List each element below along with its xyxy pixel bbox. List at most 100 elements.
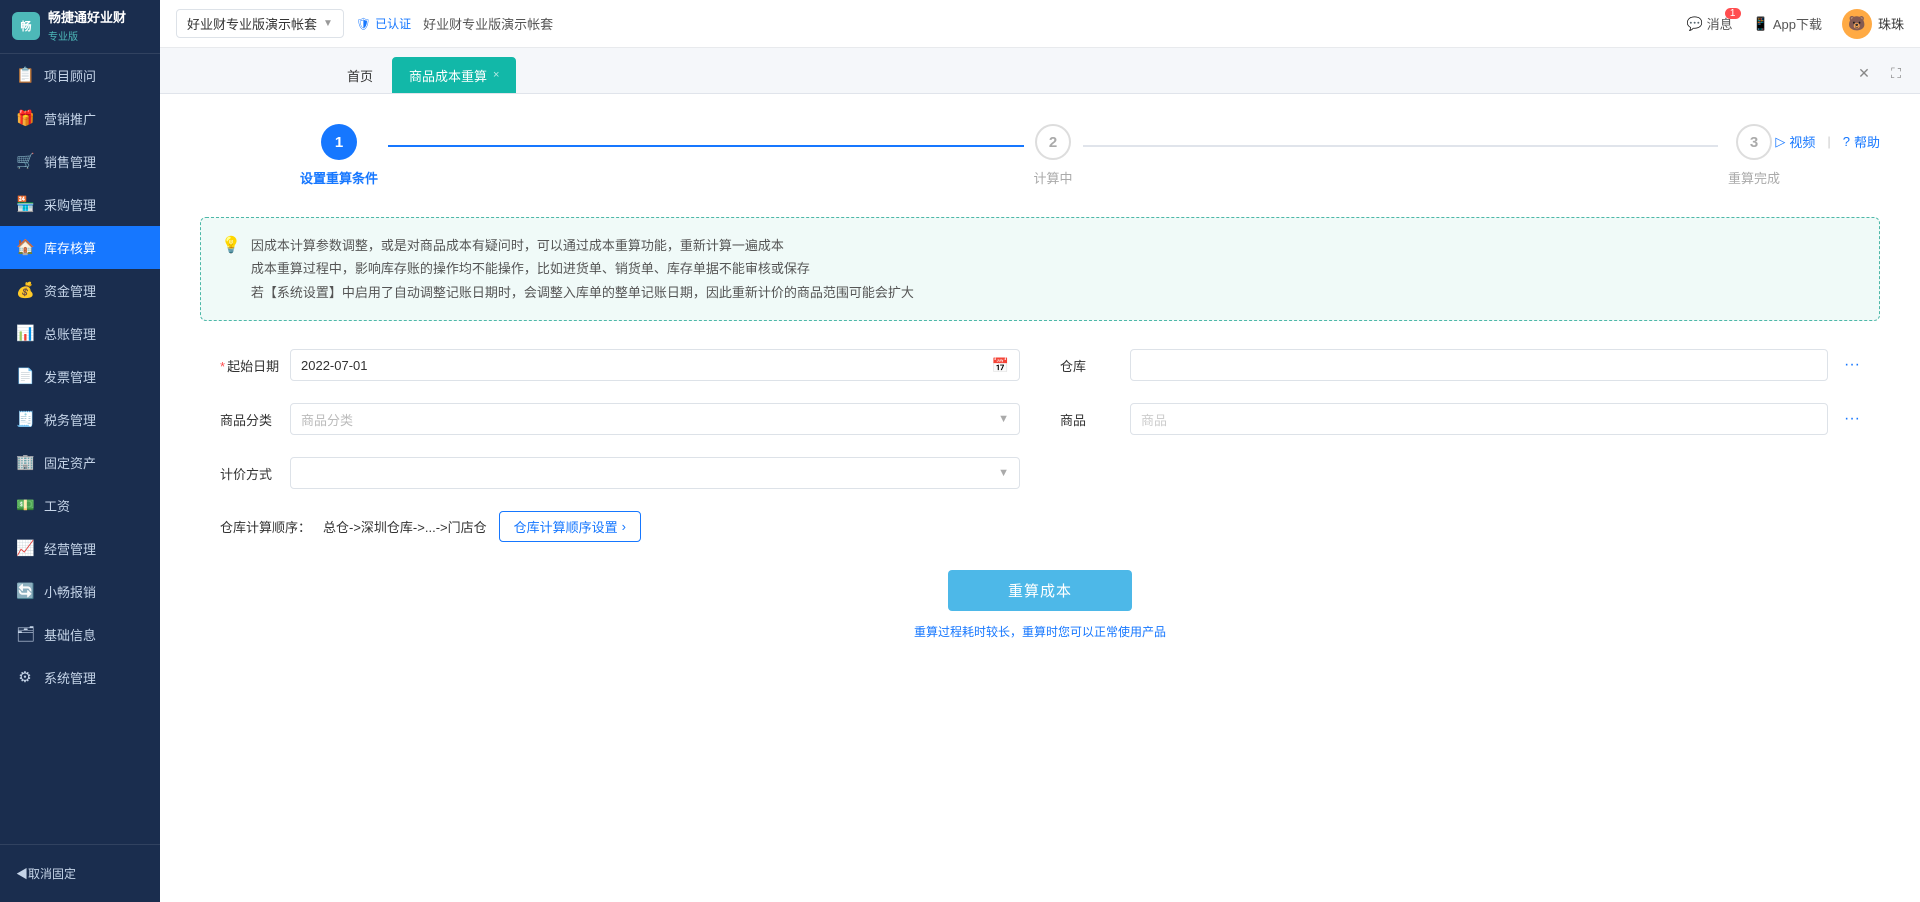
tabbar: 首页 商品成本重算 × ✕ ⛶ — [160, 48, 1920, 94]
fullscreen-icon: ⛶ — [1891, 65, 1901, 82]
content-area: 1 设置重算条件 2 计算中 3 重算完成 ▷ 视频 — [160, 94, 1920, 902]
video-help-button[interactable]: ▷ 视频 — [1775, 132, 1815, 151]
recalc-hint: 重算过程耗时较长，重算时您可以正常使用产品 — [914, 623, 1166, 640]
notification-badge: 1 — [1725, 8, 1741, 19]
tabbar-actions: ✕ ⛶ — [1852, 61, 1908, 85]
goods-input[interactable]: 商品 — [1130, 403, 1828, 435]
invoice-icon: 📄 — [16, 367, 34, 385]
sidebar-item-invoice[interactable]: 📄 发票管理 — [0, 355, 160, 398]
topbar: 好业财专业版演示帐套 ▼ 🛡 已认证 好业财专业版演示帐套 💬 消息 1 📱 A… — [160, 0, 1920, 48]
close-window-button[interactable]: ✕ — [1852, 61, 1876, 85]
step-1-label: 设置重算条件 — [300, 168, 378, 187]
step-2: 2 计算中 — [1034, 124, 1073, 187]
account-selector[interactable]: 好业财专业版演示帐套 ▼ — [176, 9, 344, 38]
sidebar-item-inventory[interactable]: 🏠 库存核算 — [0, 226, 160, 269]
category-placeholder: 商品分类 — [301, 410, 353, 429]
phone-icon: 📱 — [1753, 16, 1769, 32]
sidebar-item-operation[interactable]: 📈 经营管理 — [0, 527, 160, 570]
message-button[interactable]: 💬 消息 1 — [1686, 14, 1732, 33]
expense-icon: 🔄 — [16, 582, 34, 600]
notice-line2: 成本重算过程中，影响库存账的操作均不能操作，比如进货单、销货单、库存单据不能审核… — [251, 257, 914, 280]
edition-badge: 专业版 — [48, 28, 126, 43]
marketing-icon: 🎁 — [16, 109, 34, 127]
app-logo-icon: 畅 — [12, 12, 40, 40]
recalc-section: 重算成本 重算过程耗时较长，重算时您可以正常使用产品 — [220, 570, 1860, 640]
step-3: 3 重算完成 — [1728, 124, 1780, 187]
sidebar-item-basic[interactable]: 🗂 基础信息 — [0, 613, 160, 656]
start-date-field: *起始日期 2022-07-01 📅 — [220, 349, 1020, 381]
sidebar-item-project[interactable]: 📋 项目顾问 — [0, 54, 160, 97]
form-row-2: 商品分类 商品分类 ▼ 商品 商品 ··· — [220, 403, 1860, 435]
pricing-select[interactable]: ▼ — [290, 457, 1020, 489]
warehouse-label: 仓库 — [1060, 356, 1120, 375]
step-2-circle: 2 — [1035, 124, 1071, 160]
purchase-icon: 🏪 — [16, 195, 34, 213]
sidebar-bottom: ◀取消固定 — [0, 844, 160, 902]
avatar: 🐻 — [1842, 9, 1872, 39]
notice-line3: 若【系统设置】中启用了自动调整记账日期时，会调整入库单的整单记账日期，因此重新计… — [251, 281, 914, 304]
main-wrapper: 好业财专业版演示帐套 ▼ 🛡 已认证 好业财专业版演示帐套 💬 消息 1 📱 A… — [160, 0, 1920, 902]
notice-box: 💡 因成本计算参数调整，或是对商品成本有疑问时，可以通过成本重算功能，重新计算一… — [200, 217, 1880, 321]
warehouse-order-value: 总仓->深圳仓库->...->门店仓 — [323, 517, 487, 536]
user-menu-button[interactable]: 🐻 珠珠 — [1842, 9, 1904, 39]
sidebar-item-purchase[interactable]: 🏪 采购管理 — [0, 183, 160, 226]
goods-placeholder: 商品 — [1141, 410, 1817, 429]
help-button[interactable]: ? 帮助 — [1843, 132, 1880, 151]
stepper-help: ▷ 视频 | ? 帮助 — [1775, 132, 1880, 151]
assets-icon: 🏢 — [16, 453, 34, 471]
sidebar-item-sales[interactable]: 🛒 销售管理 — [0, 140, 160, 183]
warehouse-field: 仓库 ··· — [1060, 349, 1860, 381]
finance-icon: 💰 — [16, 281, 34, 299]
message-icon: 💬 — [1686, 16, 1702, 32]
form-section: *起始日期 2022-07-01 📅 仓库 ··· — [200, 349, 1880, 640]
operation-icon: 📈 — [16, 539, 34, 557]
tab-cost-recalc[interactable]: 商品成本重算 × — [392, 57, 516, 93]
start-date-input[interactable]: 2022-07-01 📅 — [290, 349, 1020, 381]
sidebar-item-marketing[interactable]: 🎁 营销推广 — [0, 97, 160, 140]
calendar-icon: 📅 — [992, 357, 1009, 374]
chevron-down-icon: ▼ — [323, 18, 333, 29]
close-icon: ✕ — [1858, 65, 1870, 82]
category-select[interactable]: 商品分类 ▼ — [290, 403, 1020, 435]
sidebar-item-expense[interactable]: 🔄 小畅报销 — [0, 570, 160, 613]
tab-close-icon[interactable]: × — [493, 69, 499, 81]
verified-label: 已认证 — [375, 15, 411, 32]
sidebar-item-finance[interactable]: 💰 资金管理 — [0, 269, 160, 312]
bulb-icon: 💡 — [221, 235, 241, 255]
inventory-icon: 🏠 — [16, 238, 34, 256]
sidebar-item-assets[interactable]: 🏢 固定资产 — [0, 441, 160, 484]
project-icon: 📋 — [16, 66, 34, 84]
sidebar-item-system[interactable]: ⚙ 系统管理 — [0, 656, 160, 699]
fullscreen-button[interactable]: ⛶ — [1884, 61, 1908, 85]
sidebar-item-accounting[interactable]: 📊 总账管理 — [0, 312, 160, 355]
tab-cost-recalc-label: 商品成本重算 — [409, 66, 487, 85]
basic-icon: 🗂 — [16, 625, 34, 643]
sidebar-logo: 畅 畅捷通好业财 专业版 — [0, 0, 160, 54]
chevron-right-icon: › — [622, 519, 626, 534]
goods-dots-button[interactable]: ··· — [1844, 410, 1860, 428]
sidebar: 畅 畅捷通好业财 专业版 📋 项目顾问 🎁 营销推广 🛒 销售管理 🏪 采购管理… — [0, 0, 160, 902]
sidebar-item-salary[interactable]: 💵 工资 — [0, 484, 160, 527]
recalc-button[interactable]: 重算成本 — [948, 570, 1132, 611]
sidebar-nav: 📋 项目顾问 🎁 营销推广 🛒 销售管理 🏪 采购管理 🏠 库存核算 💰 资金管… — [0, 54, 160, 844]
pricing-field: 计价方式 ▼ — [220, 457, 1020, 489]
tab-home[interactable]: 首页 — [330, 57, 390, 93]
user-name: 珠珠 — [1878, 14, 1904, 33]
account-selector-text: 好业财专业版演示帐套 — [187, 14, 317, 33]
tax-icon: 🧾 — [16, 410, 34, 428]
account-display-name: 好业财专业版演示帐套 — [423, 14, 553, 33]
app-name: 畅捷通好业财 — [48, 10, 126, 26]
warehouse-order-label: 仓库计算顺序： — [220, 517, 311, 536]
warehouse-order-setting-button[interactable]: 仓库计算顺序设置 › — [499, 511, 641, 542]
stepper: 1 设置重算条件 2 计算中 3 重算完成 ▷ 视频 — [200, 124, 1880, 187]
app-download-button[interactable]: 📱 App下载 — [1753, 14, 1822, 33]
unpin-button[interactable]: ◀取消固定 — [0, 855, 160, 892]
salary-icon: 💵 — [16, 496, 34, 514]
shield-icon: 🛡 — [356, 17, 371, 31]
warehouse-input[interactable] — [1130, 349, 1828, 381]
sidebar-item-tax[interactable]: 🧾 税务管理 — [0, 398, 160, 441]
warehouse-dots-button[interactable]: ··· — [1844, 356, 1860, 374]
system-icon: ⚙ — [16, 668, 34, 686]
form-row-3: 计价方式 ▼ — [220, 457, 1860, 489]
form-row-1: *起始日期 2022-07-01 📅 仓库 ··· — [220, 349, 1860, 381]
